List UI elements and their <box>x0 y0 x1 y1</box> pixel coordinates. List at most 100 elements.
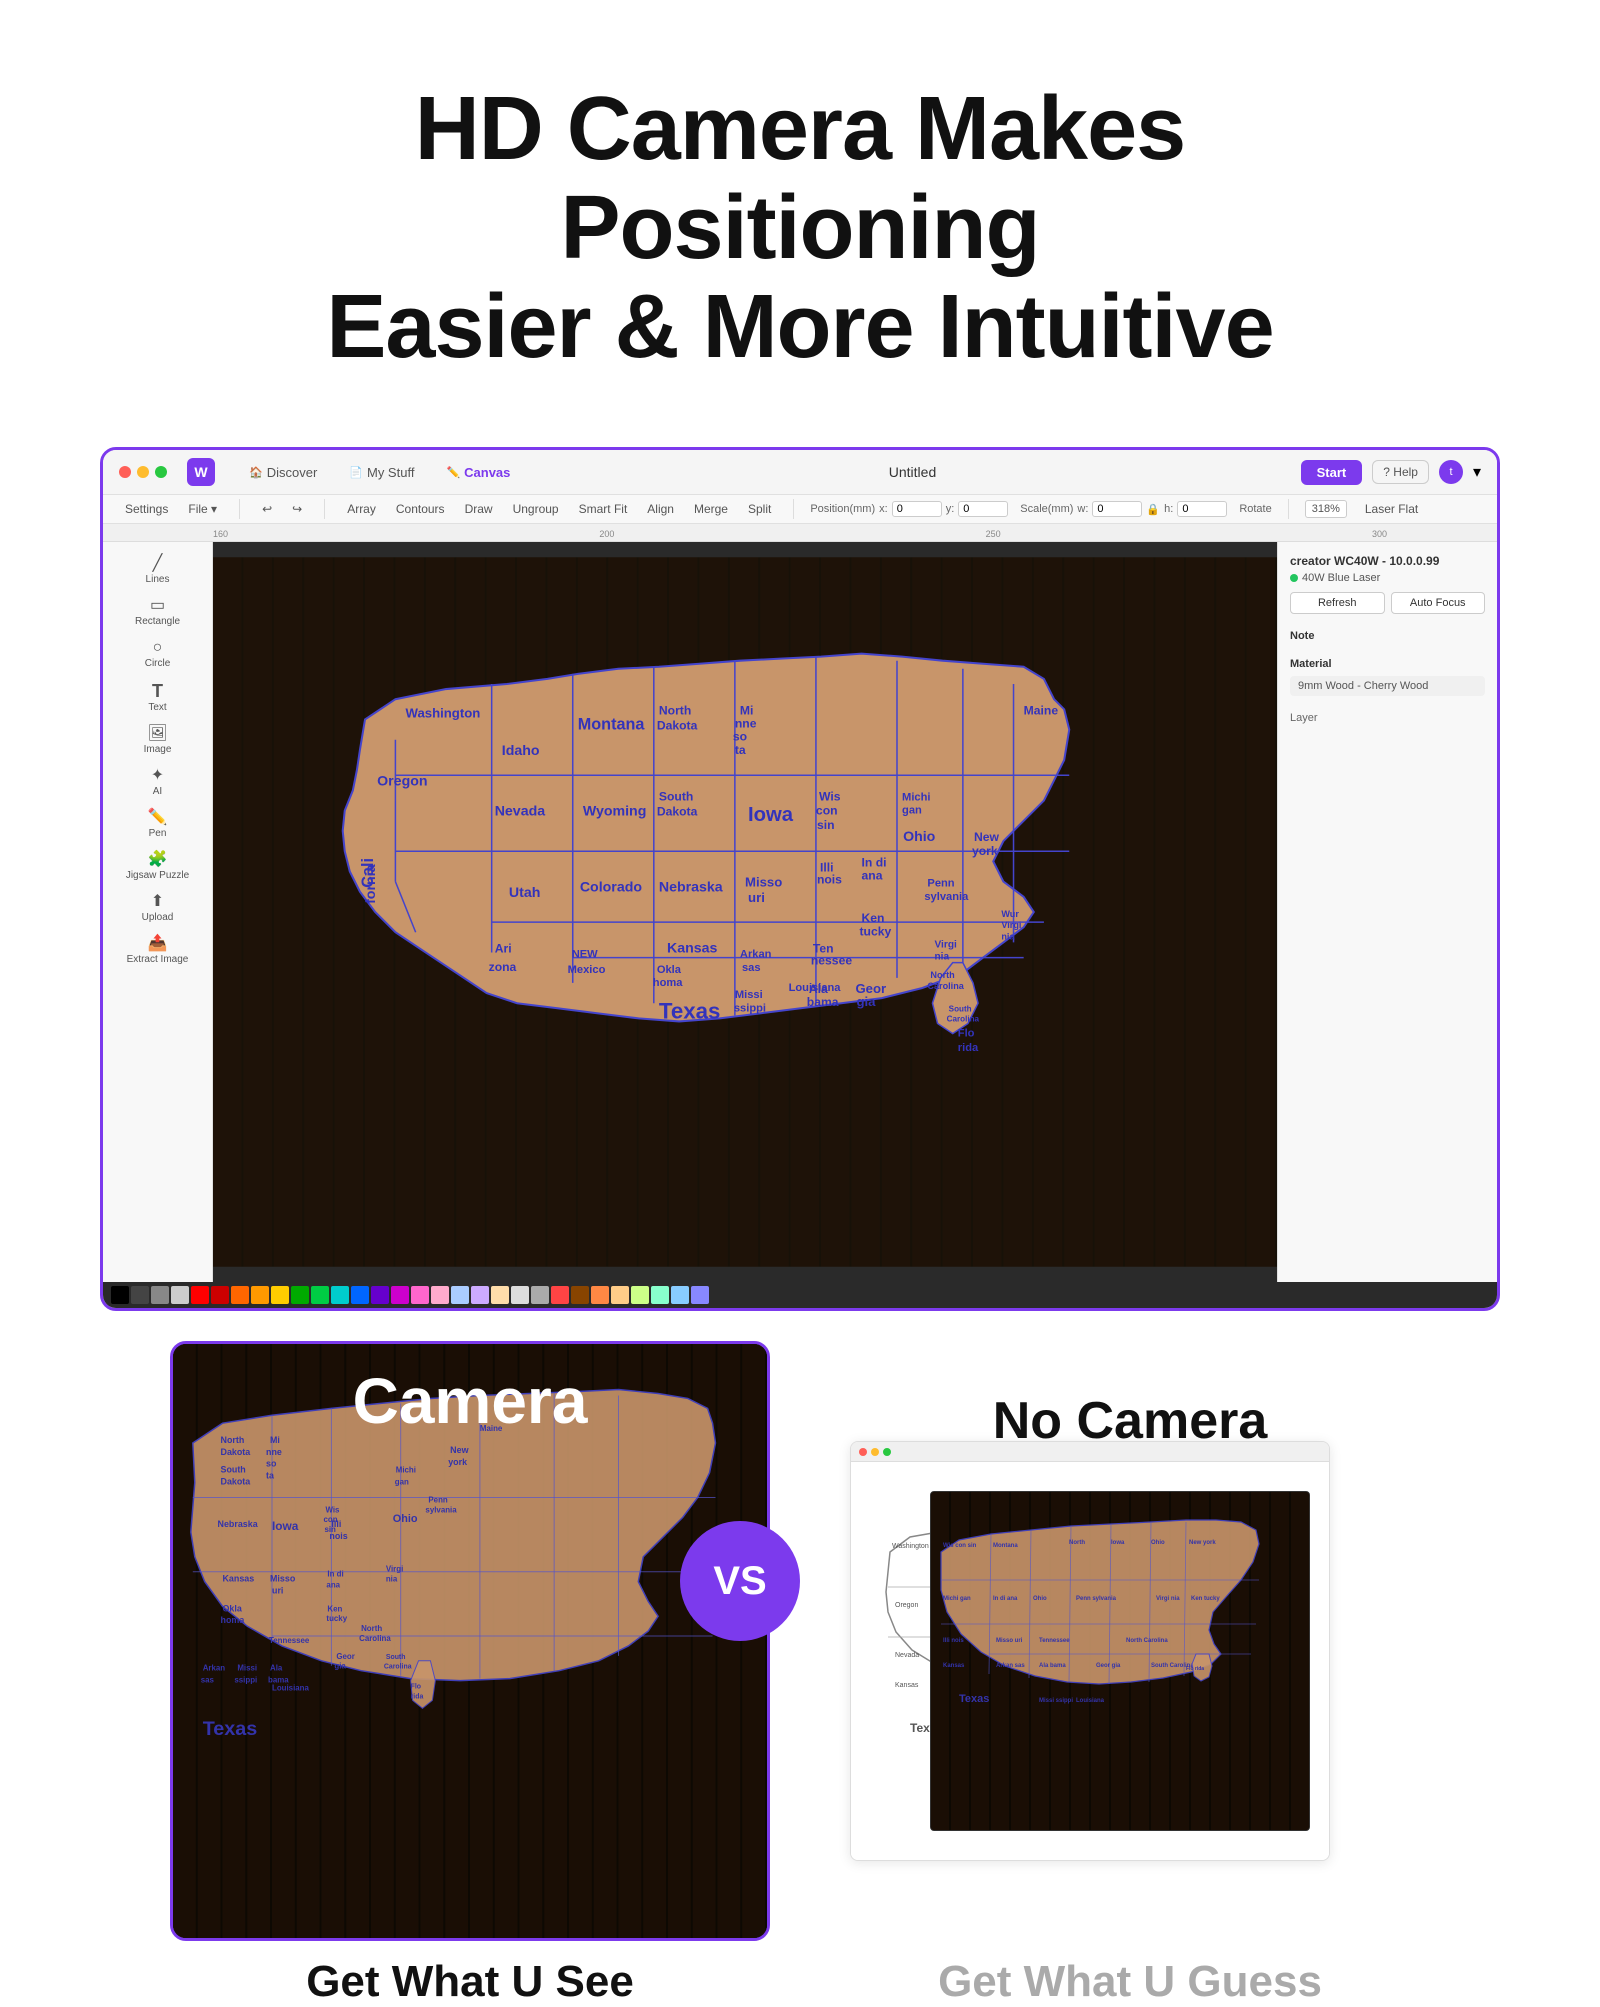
color-swatch[interactable] <box>371 1286 389 1304</box>
canvas-area[interactable]: Washington Oregon Cali fornia Idaho Neva… <box>213 542 1277 1282</box>
svg-text:homa: homa <box>221 1615 246 1625</box>
svg-text:Mi: Mi <box>740 703 754 717</box>
svg-text:ssippi: ssippi <box>234 1676 257 1685</box>
svg-text:Ari: Ari <box>495 942 512 956</box>
color-swatch[interactable] <box>491 1286 509 1304</box>
color-swatch[interactable] <box>291 1286 309 1304</box>
color-swatch[interactable] <box>151 1286 169 1304</box>
color-swatch[interactable] <box>131 1286 149 1304</box>
svg-text:Iowa: Iowa <box>272 1519 299 1533</box>
color-swatch[interactable] <box>611 1286 629 1304</box>
color-swatch[interactable] <box>351 1286 369 1304</box>
color-swatch[interactable] <box>591 1286 609 1304</box>
color-swatch[interactable] <box>211 1286 229 1304</box>
draw-btn[interactable]: Draw <box>459 500 499 518</box>
tool-upload[interactable]: ⬆ Upload <box>103 888 212 930</box>
smartfit-btn[interactable]: Smart Fit <box>573 500 634 518</box>
position-y[interactable] <box>958 501 1008 517</box>
color-swatch[interactable] <box>311 1286 329 1304</box>
autofocus-button[interactable]: Auto Focus <box>1391 592 1486 614</box>
svg-text:Montana: Montana <box>993 1543 1018 1549</box>
svg-text:Louisiana: Louisiana <box>789 982 842 994</box>
svg-text:Misso: Misso <box>745 875 782 890</box>
svg-text:Ohio: Ohio <box>1151 1540 1165 1546</box>
settings-menu[interactable]: Settings <box>119 500 174 518</box>
color-swatch[interactable] <box>431 1286 449 1304</box>
tool-pen[interactable]: ✏️ Pen <box>103 804 212 846</box>
tool-rectangle[interactable]: ▭ Rectangle <box>103 592 212 634</box>
color-swatch[interactable] <box>251 1286 269 1304</box>
color-swatch[interactable] <box>671 1286 689 1304</box>
color-swatch[interactable] <box>531 1286 549 1304</box>
svg-text:NEW: NEW <box>572 949 598 961</box>
tab-canvas[interactable]: ✏️ Canvas <box>432 461 524 484</box>
tool-jigsaw[interactable]: 🧩 Jigsaw Puzzle <box>103 846 212 888</box>
svg-text:bama: bama <box>807 995 839 1009</box>
rotate-field: Rotate <box>1239 503 1271 515</box>
tab-discover[interactable]: 🏠 Discover <box>235 461 331 484</box>
color-swatch[interactable] <box>111 1286 129 1304</box>
color-swatch[interactable] <box>391 1286 409 1304</box>
color-swatch[interactable] <box>231 1286 249 1304</box>
split-btn[interactable]: Split <box>742 500 777 518</box>
color-swatch[interactable] <box>411 1286 429 1304</box>
merge-btn[interactable]: Merge <box>688 500 734 518</box>
maximize-button[interactable] <box>155 466 167 478</box>
svg-text:South: South <box>386 1654 406 1661</box>
position-x[interactable] <box>892 501 942 517</box>
start-button[interactable]: Start <box>1301 460 1363 485</box>
zoom-display[interactable]: 318% <box>1305 500 1347 518</box>
app-title-right: Start ? Help t ▾ <box>1301 460 1481 485</box>
tool-circle[interactable]: ○ Circle <box>103 634 212 676</box>
home-icon: 🏠 <box>249 466 263 479</box>
color-swatch[interactable] <box>571 1286 589 1304</box>
ungroup-btn[interactable]: Ungroup <box>507 500 565 518</box>
app-screenshot: W 🏠 Discover 📄 My Stuff ✏️ Canvas Untitl… <box>100 447 1500 1311</box>
tools-group: Array Contours Draw Ungroup Smart Fit Al… <box>341 500 777 518</box>
array-btn[interactable]: Array <box>341 500 382 518</box>
minimize-button[interactable] <box>137 466 149 478</box>
extract-icon: 📤 <box>148 936 168 952</box>
file-menu[interactable]: File ▾ <box>182 500 223 518</box>
svg-text:In di: In di <box>862 855 887 869</box>
tab-mystuff[interactable]: 📄 My Stuff <box>335 461 428 484</box>
svg-text:Flo: Flo <box>958 1028 975 1040</box>
color-swatch[interactable] <box>631 1286 649 1304</box>
scale-h[interactable] <box>1177 501 1227 517</box>
color-swatch[interactable] <box>331 1286 349 1304</box>
undo-btn[interactable]: ↩ <box>256 500 278 518</box>
color-swatch[interactable] <box>451 1286 469 1304</box>
scale-w[interactable] <box>1092 501 1142 517</box>
svg-text:Wis: Wis <box>325 1505 340 1514</box>
align-btn[interactable]: Align <box>641 500 680 518</box>
close-button[interactable] <box>119 466 131 478</box>
contours-btn[interactable]: Contours <box>390 500 451 518</box>
svg-text:Virgi: Virgi <box>1001 920 1021 930</box>
color-swatch[interactable] <box>271 1286 289 1304</box>
color-swatch[interactable] <box>651 1286 669 1304</box>
svg-text:Kansas: Kansas <box>943 1663 965 1669</box>
redo-btn[interactable]: ↪ <box>286 500 308 518</box>
tool-image[interactable]: 🖼 Image <box>103 720 212 762</box>
help-button[interactable]: ? Help <box>1372 460 1429 484</box>
svg-text:ana: ana <box>862 869 883 883</box>
color-swatch[interactable] <box>551 1286 569 1304</box>
refresh-button[interactable]: Refresh <box>1290 592 1385 614</box>
material-badge[interactable]: 9mm Wood - Cherry Wood <box>1290 676 1485 696</box>
svg-text:nessee: nessee <box>811 954 852 968</box>
color-swatch[interactable] <box>171 1286 189 1304</box>
svg-text:Michi: Michi <box>902 792 930 804</box>
svg-text:Misso uri: Misso uri <box>996 1638 1023 1644</box>
tool-lines[interactable]: ╱ Lines <box>103 550 212 592</box>
svg-text:zona: zona <box>489 960 517 974</box>
color-swatch[interactable] <box>471 1286 489 1304</box>
color-swatch[interactable] <box>691 1286 709 1304</box>
tool-text[interactable]: T Text <box>103 676 212 720</box>
svg-text:North: North <box>930 970 954 980</box>
svg-text:gan: gan <box>902 805 922 817</box>
tool-ai[interactable]: ✦ AI <box>103 762 212 804</box>
color-swatch[interactable] <box>511 1286 529 1304</box>
color-swatch[interactable] <box>191 1286 209 1304</box>
zoom-preset[interactable]: Laser Flat <box>1359 500 1424 518</box>
tool-extract[interactable]: 📤 Extract Image <box>103 930 212 972</box>
